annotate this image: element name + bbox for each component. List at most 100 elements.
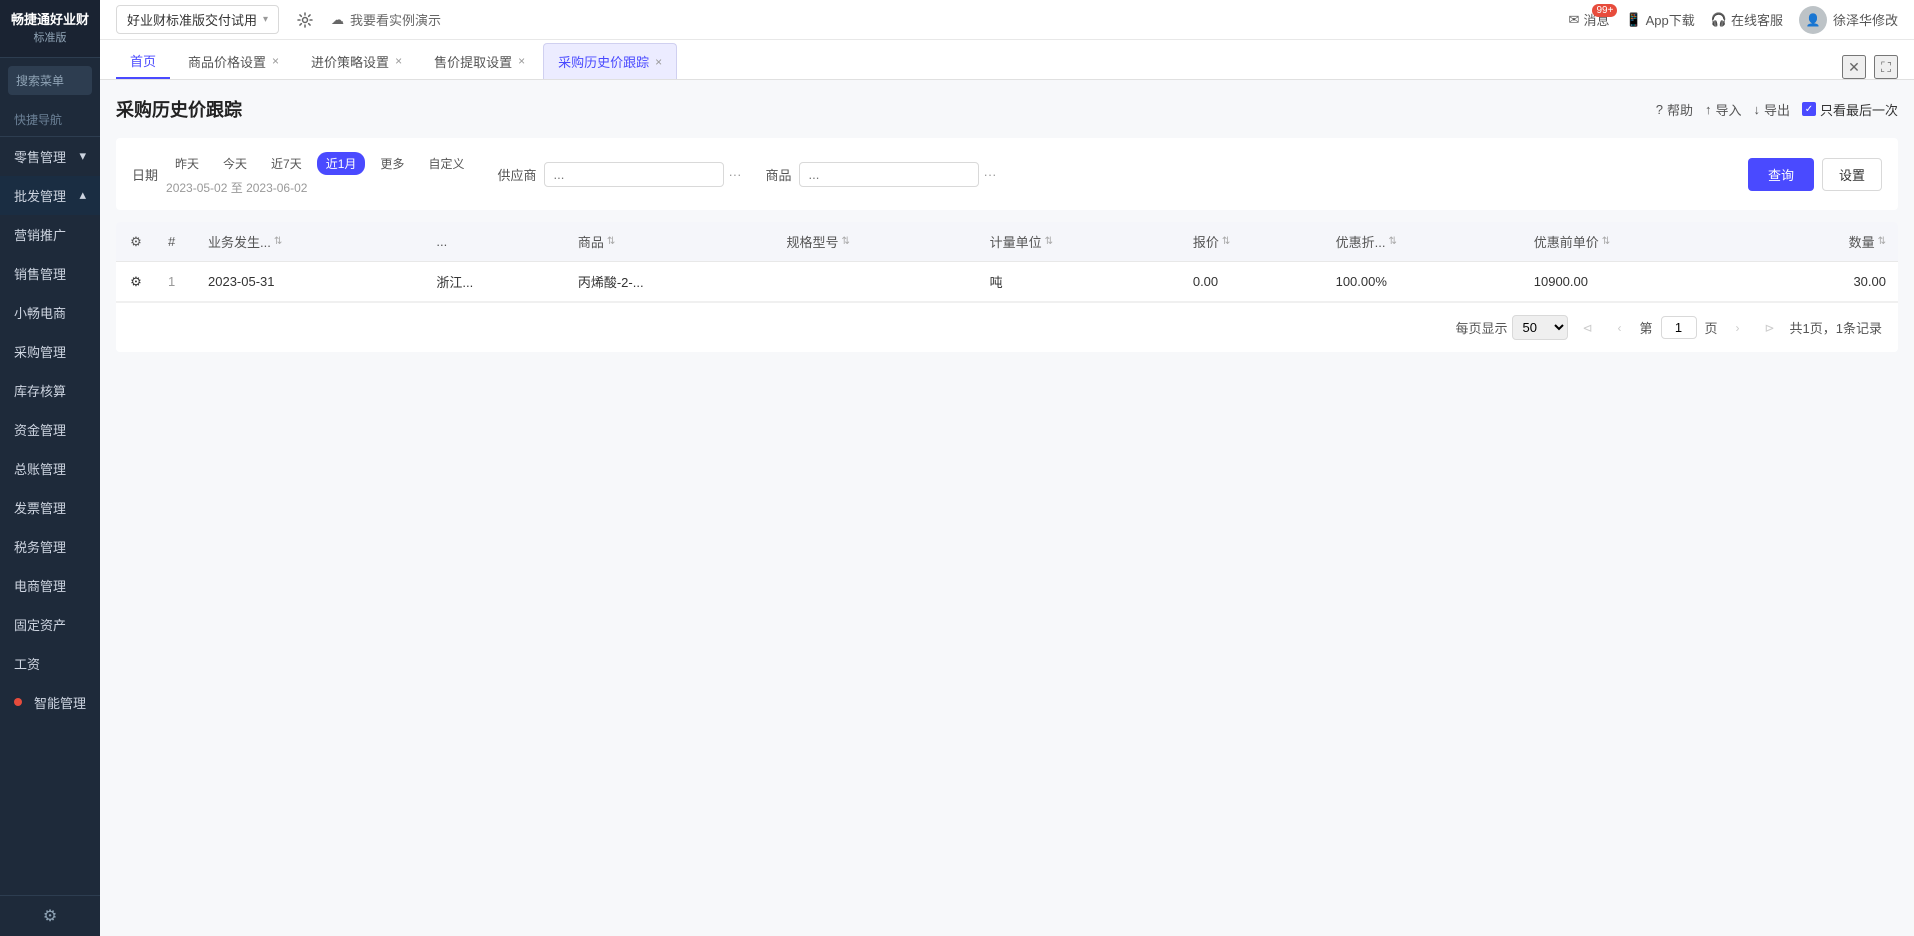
th-pre-price[interactable]: 优惠前单价 ⇅ bbox=[1522, 222, 1755, 262]
only-last-checkbox[interactable]: ✓ 只看最后一次 bbox=[1802, 100, 1898, 119]
notifications-badge: 99+ bbox=[1592, 4, 1617, 17]
per-page-select[interactable]: 10 20 50 100 bbox=[1512, 315, 1568, 340]
close-icon[interactable]: × bbox=[395, 54, 402, 68]
sidebar-item-retail[interactable]: 零售管理 ▾ bbox=[0, 137, 100, 176]
tab-strategy[interactable]: 进价策略设置 × bbox=[297, 43, 416, 79]
row-gear[interactable]: ⚙ bbox=[116, 262, 156, 302]
sidebar-item-ledger[interactable]: 总账管理 bbox=[0, 449, 100, 488]
sidebar-item-sales[interactable]: 销售管理 bbox=[0, 254, 100, 293]
sort-icon: ⇅ bbox=[1602, 236, 1610, 247]
sidebar-item-tax-label: 税务管理 bbox=[14, 537, 66, 556]
tab-sale-price[interactable]: 售价提取设置 × bbox=[420, 43, 539, 79]
date-options: 昨天 今天 近7天 近1月 更多 自定义 2023-05-02 至 2023-0… bbox=[166, 152, 473, 196]
settings-button[interactable]: 设置 bbox=[1822, 158, 1882, 191]
version-select[interactable]: 好业财标准版交付试用 ▾ bbox=[116, 5, 279, 34]
user-name: 徐泽华修改 bbox=[1833, 10, 1898, 29]
sidebar-item-marketing[interactable]: 营销推广 bbox=[0, 215, 100, 254]
sidebar-item-ecommerce-small[interactable]: 小畅电商 bbox=[0, 293, 100, 332]
last-page-button[interactable]: ⊳ bbox=[1758, 316, 1782, 340]
tab-home[interactable]: 首页 bbox=[116, 43, 170, 79]
sidebar: 畅捷通好业财 标准版 搜索菜单 快捷导航 零售管理 ▾ 批发管理 ▴ 营销推广 … bbox=[0, 0, 100, 936]
chevron-down-icon: ▾ bbox=[263, 14, 268, 25]
th-more[interactable]: ... bbox=[424, 222, 565, 262]
th-unit[interactable]: 计量单位 ⇅ bbox=[978, 222, 1181, 262]
date-btn-yesterday[interactable]: 昨天 bbox=[166, 152, 208, 175]
sidebar-item-purchase[interactable]: 采购管理 bbox=[0, 332, 100, 371]
cloud-icon: ☁ bbox=[331, 12, 344, 28]
search-menu-button[interactable]: 搜索菜单 bbox=[8, 66, 92, 95]
sidebar-item-salary[interactable]: 工资 bbox=[0, 644, 100, 683]
sort-icon: ⇅ bbox=[1045, 236, 1053, 247]
goods-more-icon[interactable]: ··· bbox=[983, 167, 996, 182]
th-gear[interactable]: ⚙ bbox=[116, 222, 156, 262]
close-window-button[interactable]: ✕ bbox=[1842, 55, 1866, 79]
th-price[interactable]: 报价 ⇅ bbox=[1181, 222, 1324, 262]
window-controls: ✕ ⛶ bbox=[1842, 55, 1898, 79]
sidebar-item-smart[interactable]: 智能管理 bbox=[0, 683, 100, 722]
th-goods[interactable]: 商品 ⇅ bbox=[566, 222, 775, 262]
sidebar-item-invoice-label: 发票管理 bbox=[14, 498, 66, 517]
import-button[interactable]: ↑ 导入 bbox=[1705, 100, 1742, 119]
logo-badge: 标准版 bbox=[34, 29, 67, 45]
app-download-button[interactable]: 📱 App下载 bbox=[1625, 10, 1694, 29]
query-button[interactable]: 查询 bbox=[1748, 158, 1814, 191]
sidebar-item-tax[interactable]: 税务管理 bbox=[0, 527, 100, 566]
total-info: 共1页，1条记录 bbox=[1790, 318, 1882, 337]
sidebar-item-invoice[interactable]: 发票管理 bbox=[0, 488, 100, 527]
date-btn-more[interactable]: 更多 bbox=[371, 152, 413, 175]
sidebar-item-marketing-label: 营销推广 bbox=[14, 225, 66, 244]
date-btn-7days[interactable]: 近7天 bbox=[262, 152, 311, 175]
close-icon[interactable]: × bbox=[518, 54, 525, 68]
sidebar-item-wholesale[interactable]: 批发管理 ▴ bbox=[0, 176, 100, 215]
sidebar-item-assets[interactable]: 固定资产 bbox=[0, 605, 100, 644]
tab-price[interactable]: 商品价格设置 × bbox=[174, 43, 293, 79]
export-icon: ↓ bbox=[1753, 102, 1760, 117]
tab-purchase-history-label: 采购历史价跟踪 bbox=[558, 52, 649, 71]
sidebar-item-retail-label: 零售管理 bbox=[14, 147, 66, 166]
row-qty: 30.00 bbox=[1755, 262, 1898, 302]
supplier-filter-label: 供应商 bbox=[497, 165, 536, 184]
sort-icon: ⇅ bbox=[274, 236, 282, 247]
page-label: 第 bbox=[1640, 318, 1653, 337]
demo-button[interactable]: ☁ 我要看实例演示 bbox=[331, 10, 441, 29]
topbar-settings-button[interactable] bbox=[291, 6, 319, 34]
export-button[interactable]: ↓ 导出 bbox=[1753, 100, 1790, 119]
topbar-right: ✉ 消息 99+ 📱 App下载 🎧 在线客服 👤 徐泽华修改 bbox=[1569, 6, 1898, 34]
goods-filter: 商品 ··· bbox=[765, 162, 996, 187]
maximize-window-button[interactable]: ⛶ bbox=[1874, 55, 1898, 79]
goods-input[interactable] bbox=[799, 162, 979, 187]
headset-icon: 🎧 bbox=[1711, 12, 1727, 28]
next-page-button[interactable]: › bbox=[1726, 316, 1750, 340]
sidebar-item-ecommerce[interactable]: 电商管理 bbox=[0, 566, 100, 605]
supplier-input[interactable] bbox=[544, 162, 724, 187]
tab-purchase-history[interactable]: 采购历史价跟踪 × bbox=[543, 43, 677, 79]
help-button[interactable]: ? 帮助 bbox=[1656, 100, 1693, 119]
th-discount[interactable]: 优惠折... ⇅ bbox=[1324, 222, 1522, 262]
row-spec bbox=[774, 262, 977, 302]
sidebar-item-inventory[interactable]: 库存核算 bbox=[0, 371, 100, 410]
sidebar-item-ecommerce-small-label: 小畅电商 bbox=[14, 303, 66, 322]
row-unit: 吨 bbox=[978, 262, 1181, 302]
date-btn-custom[interactable]: 自定义 bbox=[419, 152, 473, 175]
supplier-more-icon[interactable]: ··· bbox=[728, 167, 741, 182]
online-service-button[interactable]: 🎧 在线客服 bbox=[1711, 10, 1783, 29]
user-menu-button[interactable]: 👤 徐泽华修改 bbox=[1799, 6, 1898, 34]
date-btn-1month[interactable]: 近1月 bbox=[317, 152, 366, 175]
settings-icon[interactable]: ⚙ bbox=[43, 906, 57, 926]
page-number-input[interactable] bbox=[1661, 316, 1697, 339]
th-qty[interactable]: 数量 ⇅ bbox=[1755, 222, 1898, 262]
th-spec[interactable]: 规格型号 ⇅ bbox=[774, 222, 977, 262]
filter-actions: 查询 设置 bbox=[1748, 158, 1882, 191]
sidebar-item-finance[interactable]: 资金管理 bbox=[0, 410, 100, 449]
date-btn-today[interactable]: 今天 bbox=[214, 152, 256, 175]
first-page-button[interactable]: ⊲ bbox=[1576, 316, 1600, 340]
th-date[interactable]: 业务发生... ⇅ bbox=[196, 222, 424, 262]
close-icon[interactable]: × bbox=[655, 55, 662, 69]
table-body: ⚙ 1 2023-05-31 浙江... 丙烯酸-2-... 吨 0.00 10… bbox=[116, 262, 1898, 302]
notifications-button[interactable]: ✉ 消息 99+ bbox=[1569, 10, 1610, 29]
data-table: ⚙ # 业务发生... ⇅ ... bbox=[116, 222, 1898, 302]
prev-page-button[interactable]: ‹ bbox=[1608, 316, 1632, 340]
close-icon[interactable]: × bbox=[272, 54, 279, 68]
import-icon: ↑ bbox=[1705, 102, 1712, 117]
app-download-label: App下载 bbox=[1646, 10, 1695, 29]
